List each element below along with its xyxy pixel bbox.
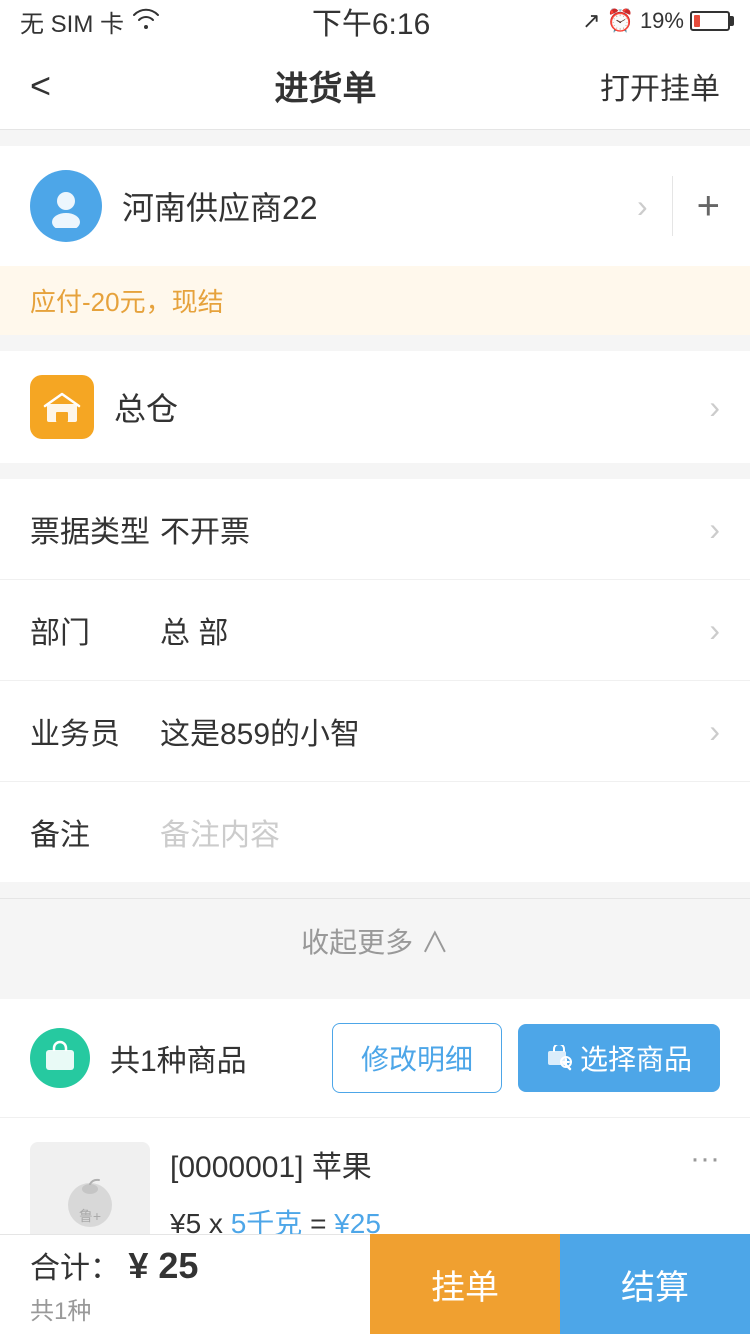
warehouse-chevron-icon: ›: [709, 389, 720, 426]
nav-bar: < 进货单 打开挂单: [0, 42, 750, 130]
warehouse-name: 总仓: [114, 384, 709, 430]
battery-icon: [690, 11, 730, 31]
product-more-button[interactable]: ···: [690, 1142, 720, 1176]
wifi-icon: [132, 7, 160, 36]
battery-percent: 19%: [640, 8, 684, 34]
warehouse-row[interactable]: 总仓 ›: [0, 351, 750, 463]
invoice-value: 不开票: [160, 507, 709, 551]
remark-label: 备注: [30, 810, 160, 854]
dept-value: 总 部: [160, 608, 709, 652]
status-left: 无 SIM 卡: [20, 4, 160, 39]
supplier-add-button[interactable]: +: [697, 184, 720, 229]
invoice-label: 票据类型: [30, 507, 160, 551]
product-name: [0000001] 苹果: [170, 1142, 690, 1186]
total-amount: ¥ 25: [128, 1245, 198, 1286]
products-icon: [30, 1028, 90, 1088]
dept-chevron-icon: ›: [709, 612, 720, 649]
form-section: 票据类型 不开票 › 部门 总 部 › 业务员 这是859的小智 › 备注 备注…: [0, 479, 750, 882]
invoice-chevron-icon: ›: [709, 511, 720, 548]
supplier-name: 河南供应商22: [122, 183, 637, 229]
svg-text:鲁+: 鲁+: [79, 1208, 101, 1224]
total-area: 合计： ¥ 25 共1种: [0, 1234, 370, 1334]
supplier-section: 河南供应商22 › + 应付-20元，现结: [0, 146, 750, 335]
warehouse-icon: [30, 375, 94, 439]
staff-value: 这是859的小智: [160, 709, 709, 753]
hang-button[interactable]: 挂单: [370, 1234, 560, 1334]
remark-row[interactable]: 备注 备注内容: [0, 781, 750, 882]
status-right: ↗ ⏰ 19%: [582, 8, 730, 34]
back-button[interactable]: <: [30, 65, 51, 107]
carrier-label: 无 SIM 卡: [20, 4, 124, 39]
products-count: 共1种商品: [110, 1036, 332, 1080]
select-product-button[interactable]: 选择商品: [518, 1024, 720, 1092]
remark-placeholder: 备注内容: [160, 810, 720, 854]
staff-row[interactable]: 业务员 这是859的小智 ›: [0, 680, 750, 781]
supplier-chevron-icon: ›: [637, 188, 648, 225]
supplier-divider: [672, 176, 673, 236]
bottom-bar: 合计： ¥ 25 共1种 挂单 结算: [0, 1234, 750, 1334]
edit-detail-button[interactable]: 修改明细: [332, 1023, 502, 1093]
total-label: 合计：: [30, 1252, 120, 1285]
supplier-row[interactable]: 河南供应商22 › +: [0, 146, 750, 266]
total-sub: 共1种: [30, 1291, 340, 1326]
supplier-avatar: [30, 170, 102, 242]
status-time: 下午6:16: [312, 0, 430, 43]
product-info: [0000001] 苹果 ¥5 x 5千克 = ¥25: [170, 1142, 690, 1242]
select-product-label: 选择商品: [580, 1038, 692, 1078]
supplier-notice: 应付-20元，现结: [0, 266, 750, 335]
dept-label: 部门: [30, 608, 160, 652]
open-hang-button[interactable]: 打开挂单: [600, 64, 720, 108]
location-icon: ↗: [582, 8, 600, 34]
collapse-button[interactable]: 收起更多 ∧: [0, 898, 750, 983]
alarm-icon: ⏰: [607, 8, 634, 34]
total-main: 合计： ¥ 25: [30, 1243, 340, 1287]
invoice-row[interactable]: 票据类型 不开票 ›: [0, 479, 750, 579]
checkout-button[interactable]: 结算: [560, 1234, 750, 1334]
products-header: 共1种商品 修改明细 选择商品: [0, 999, 750, 1118]
warehouse-section: 总仓 ›: [0, 351, 750, 463]
staff-label: 业务员: [30, 709, 160, 753]
dept-row[interactable]: 部门 总 部 ›: [0, 579, 750, 680]
status-bar: 无 SIM 卡 下午6:16 ↗ ⏰ 19%: [0, 0, 750, 42]
staff-chevron-icon: ›: [709, 713, 720, 750]
page-title: 进货单: [275, 61, 377, 110]
